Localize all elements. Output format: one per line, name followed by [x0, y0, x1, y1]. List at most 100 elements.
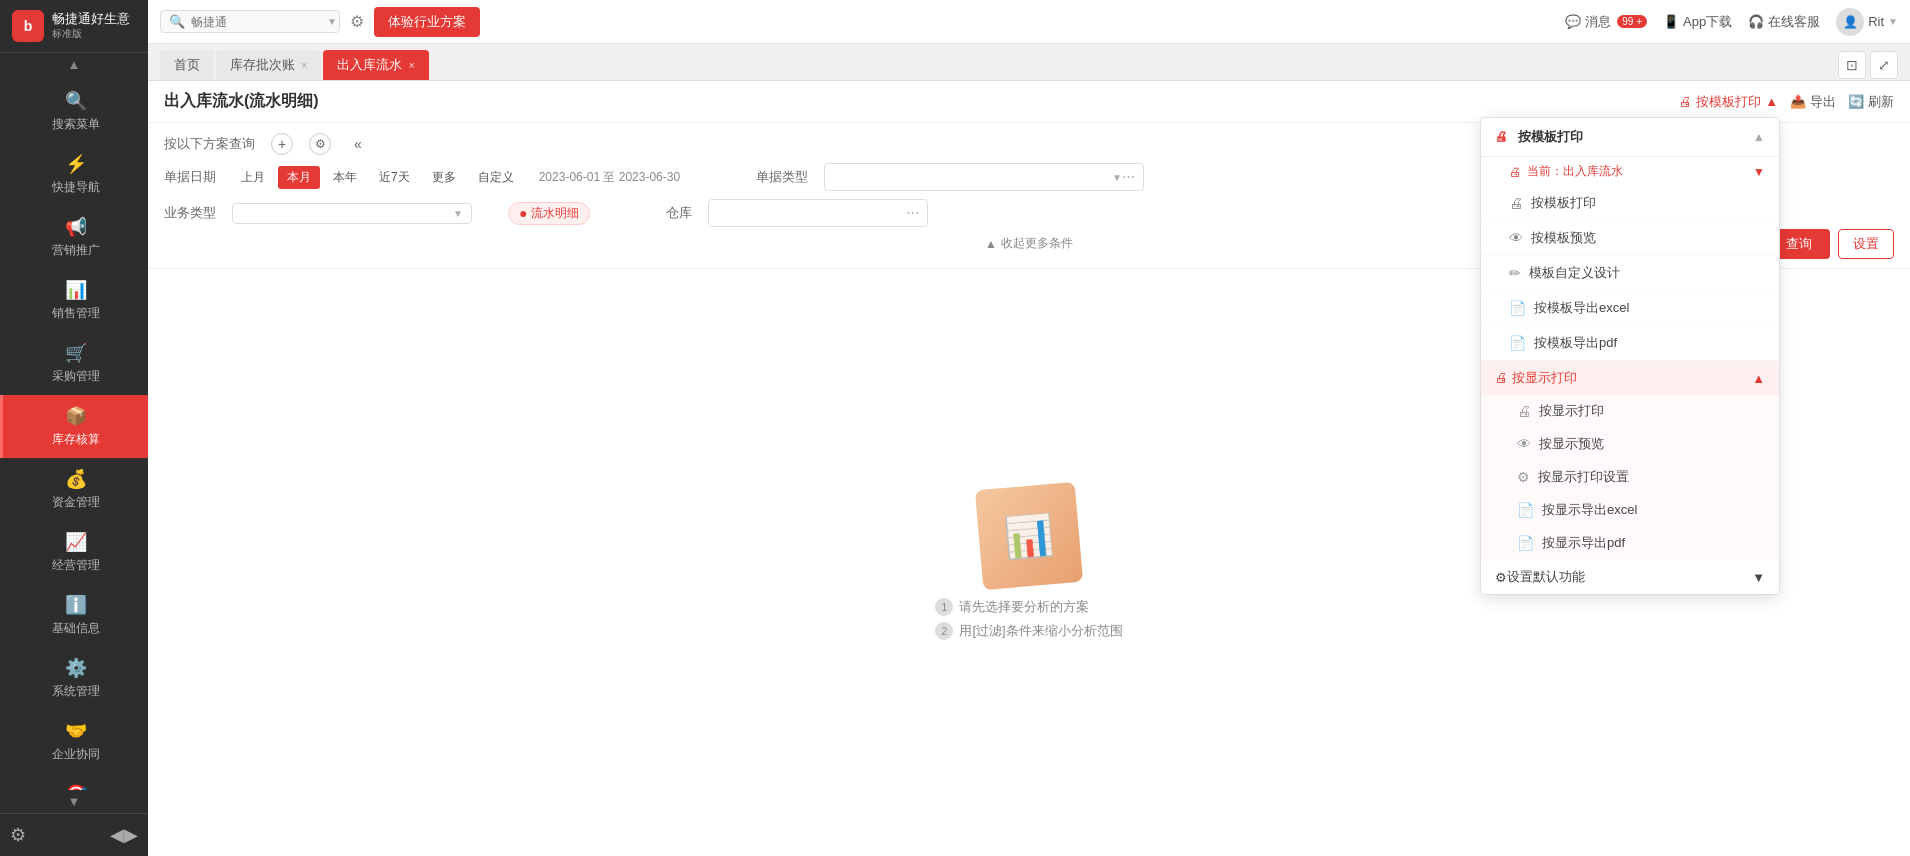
collapse-more-label: 收起更多条件: [1001, 235, 1073, 252]
dropdown-display-export-excel[interactable]: 📄 按显示导出excel: [1481, 494, 1779, 527]
filter-add-button[interactable]: +: [271, 133, 293, 155]
filter-collapse-button[interactable]: «: [347, 133, 369, 155]
refresh-label: 刷新: [1868, 93, 1894, 111]
refresh-button[interactable]: 🔄 刷新: [1848, 93, 1894, 111]
sidebar-item-system[interactable]: ⚙️ 系统管理: [0, 647, 148, 710]
tab-batch-close[interactable]: ×: [301, 59, 307, 71]
dropdown-item-template-preview[interactable]: 👁 按模板预览: [1481, 221, 1779, 256]
sidebar-item-sales[interactable]: 📊 销售管理: [0, 269, 148, 332]
date-btn-last-month[interactable]: 上月: [232, 166, 274, 189]
filter-tag-label: 流水明细: [531, 205, 579, 222]
sidebar-item-label: 营销推广: [52, 242, 100, 259]
tab-home[interactable]: 首页: [160, 50, 214, 80]
date-btn-custom[interactable]: 自定义: [469, 166, 523, 189]
app-download-button[interactable]: 📱 App下载: [1663, 13, 1732, 31]
display-print-header-icon: 🖨: [1495, 370, 1508, 385]
industry-solution-button[interactable]: 体验行业方案: [374, 7, 480, 37]
topbar-gear-icon[interactable]: ⚙: [350, 12, 364, 31]
system-icon: ⚙️: [65, 657, 87, 679]
print-button[interactable]: 🖨 按模板打印 ▲: [1679, 93, 1778, 111]
doc-type-more-icon[interactable]: ···: [1122, 168, 1135, 186]
sidebar-item-basic[interactable]: ℹ️ 基础信息: [0, 584, 148, 647]
date-btn-this-year[interactable]: 本年: [324, 166, 366, 189]
dropdown-item-template-export-excel[interactable]: 📄 按模板导出excel: [1481, 291, 1779, 326]
page-area: 出入库流水(流水明细) 🖨 按模板打印 ▲ 📤 导出 🔄 刷新: [148, 81, 1910, 856]
sidebar-item-finance[interactable]: 💰 资金管理: [0, 458, 148, 521]
date-btn-more[interactable]: 更多: [423, 166, 465, 189]
sidebar-item-quick-nav[interactable]: ⚡ 快捷导航: [0, 143, 148, 206]
dropdown-item-template-export-pdf[interactable]: 📄 按模板导出pdf: [1481, 326, 1779, 361]
template-print-label: 按模板打印: [1531, 194, 1596, 212]
sidebar-item-enterprise[interactable]: 🤝 企业协同: [0, 710, 148, 773]
dropdown-display-print-header[interactable]: 🖨 按显示打印 ▲: [1481, 361, 1779, 395]
display-preview-icon: 👁: [1517, 436, 1531, 452]
topbar-search-icon: 🔍: [169, 14, 185, 29]
finance-icon: 💰: [65, 468, 87, 490]
warehouse-more-icon[interactable]: ···: [906, 204, 919, 222]
doc-type-label: 单据类型: [756, 168, 808, 186]
user-avatar-button[interactable]: 👤 Rit ▼: [1836, 8, 1898, 36]
template-print-icon: 🖨: [1509, 195, 1523, 211]
template-export-pdf-label: 按模板导出pdf: [1534, 334, 1617, 352]
sidebar-item-purchase[interactable]: 🛒 采购管理: [0, 332, 148, 395]
sidebar-item-marketing[interactable]: 📢 营销推广: [0, 206, 148, 269]
tab-batch[interactable]: 库存批次账 ×: [216, 50, 321, 80]
empty-hints: 1 请先选择要分析的方案 2 用[过滤]条件来缩小分析范围: [935, 598, 1122, 640]
dropdown-display-print[interactable]: 🖨 按显示打印: [1481, 395, 1779, 428]
dropdown-display-preview[interactable]: 👁 按显示预览: [1481, 428, 1779, 461]
sidebar-item-label: 库存核算: [52, 431, 100, 448]
business-type-dropdown-icon: ▼: [453, 208, 463, 219]
tab-expand-button[interactable]: ⤢: [1870, 51, 1898, 79]
dropdown-item-template-custom[interactable]: ✏ 模板自定义设计: [1481, 256, 1779, 291]
display-print-header-label: 按显示打印: [1512, 370, 1577, 385]
dropdown-display-print-settings[interactable]: ⚙ 按显示打印设置: [1481, 461, 1779, 494]
export-button[interactable]: 📤 导出: [1790, 93, 1836, 111]
online-service-button[interactable]: 🎧 在线客服: [1748, 13, 1820, 31]
date-btn-this-month[interactable]: 本月: [278, 166, 320, 189]
user-name: Rit: [1868, 14, 1884, 29]
dropdown-item-template-print[interactable]: 🖨 按模板打印: [1481, 186, 1779, 221]
tab-flow[interactable]: 出入库流水 ×: [323, 50, 428, 80]
display-export-excel-icon: 📄: [1517, 502, 1534, 518]
message-button[interactable]: 💬 消息 99 +: [1565, 13, 1647, 31]
date-btn-last7days[interactable]: 近7天: [370, 166, 419, 189]
business-type-select[interactable]: ▼: [232, 203, 472, 224]
print-icon: 🖨: [1679, 94, 1692, 109]
display-export-pdf-label: 按显示导出pdf: [1542, 534, 1625, 552]
sidebar-item-inventory[interactable]: 📦 库存核算: [0, 395, 148, 458]
hint-text-2: 用[过滤]条件来缩小分析范围: [959, 622, 1122, 640]
print-dropdown-panel: 🖨 按模板打印 ▲ 🖨 当前：出入库流水 ▼ 🖨 按模板打印: [1480, 117, 1780, 595]
filter-active-tag[interactable]: ● 流水明细: [508, 202, 590, 225]
current-label-arrow: ▼: [1753, 165, 1765, 179]
settings-icon[interactable]: ⚙: [10, 824, 26, 846]
app-download-label: App下载: [1683, 13, 1732, 31]
collapse-sidebar-icon[interactable]: ◀▶: [110, 824, 138, 846]
sidebar-item-label: 搜索菜单: [52, 116, 100, 133]
sidebar-item-search[interactable]: 🔍 搜索菜单: [0, 80, 148, 143]
hint-text-1: 请先选择要分析的方案: [959, 598, 1089, 616]
tab-flow-close[interactable]: ×: [408, 59, 414, 71]
sales-icon: 📊: [65, 279, 87, 301]
sidebar-scroll-down[interactable]: ▼: [0, 790, 148, 813]
sidebar-scroll-up[interactable]: ▲: [0, 53, 148, 76]
online-service-label: 在线客服: [1768, 13, 1820, 31]
topbar-search-box[interactable]: 🔍 ▼: [160, 10, 340, 33]
sidebar-item-guide[interactable]: 🎯 新手引导: [0, 773, 148, 790]
warehouse-select[interactable]: ···: [708, 199, 928, 227]
topbar-search-input[interactable]: [191, 15, 321, 29]
tab-restore-button[interactable]: ⊡: [1838, 51, 1866, 79]
dropdown-footer-set-default[interactable]: ⚙ 设置默认功能 ▼: [1481, 560, 1779, 594]
sidebar-item-label: 资金管理: [52, 494, 100, 511]
dropdown-collapse-icon[interactable]: ▲: [1753, 130, 1765, 144]
set-default-icon: ⚙: [1495, 570, 1507, 585]
doc-type-select[interactable]: ▼ ···: [824, 163, 1144, 191]
hint-num-1: 1: [935, 598, 953, 616]
warehouse-label: 仓库: [666, 204, 692, 222]
filter-settings-button[interactable]: ⚙: [309, 133, 331, 155]
print-label: 按模板打印: [1696, 93, 1761, 111]
sidebar-item-operations[interactable]: 📈 经营管理: [0, 521, 148, 584]
dropdown-header-icon: 🖨: [1495, 129, 1508, 144]
settings-button[interactable]: 设置: [1838, 229, 1894, 259]
dropdown-display-export-pdf[interactable]: 📄 按显示导出pdf: [1481, 527, 1779, 560]
sidebar-item-label: 销售管理: [52, 305, 100, 322]
